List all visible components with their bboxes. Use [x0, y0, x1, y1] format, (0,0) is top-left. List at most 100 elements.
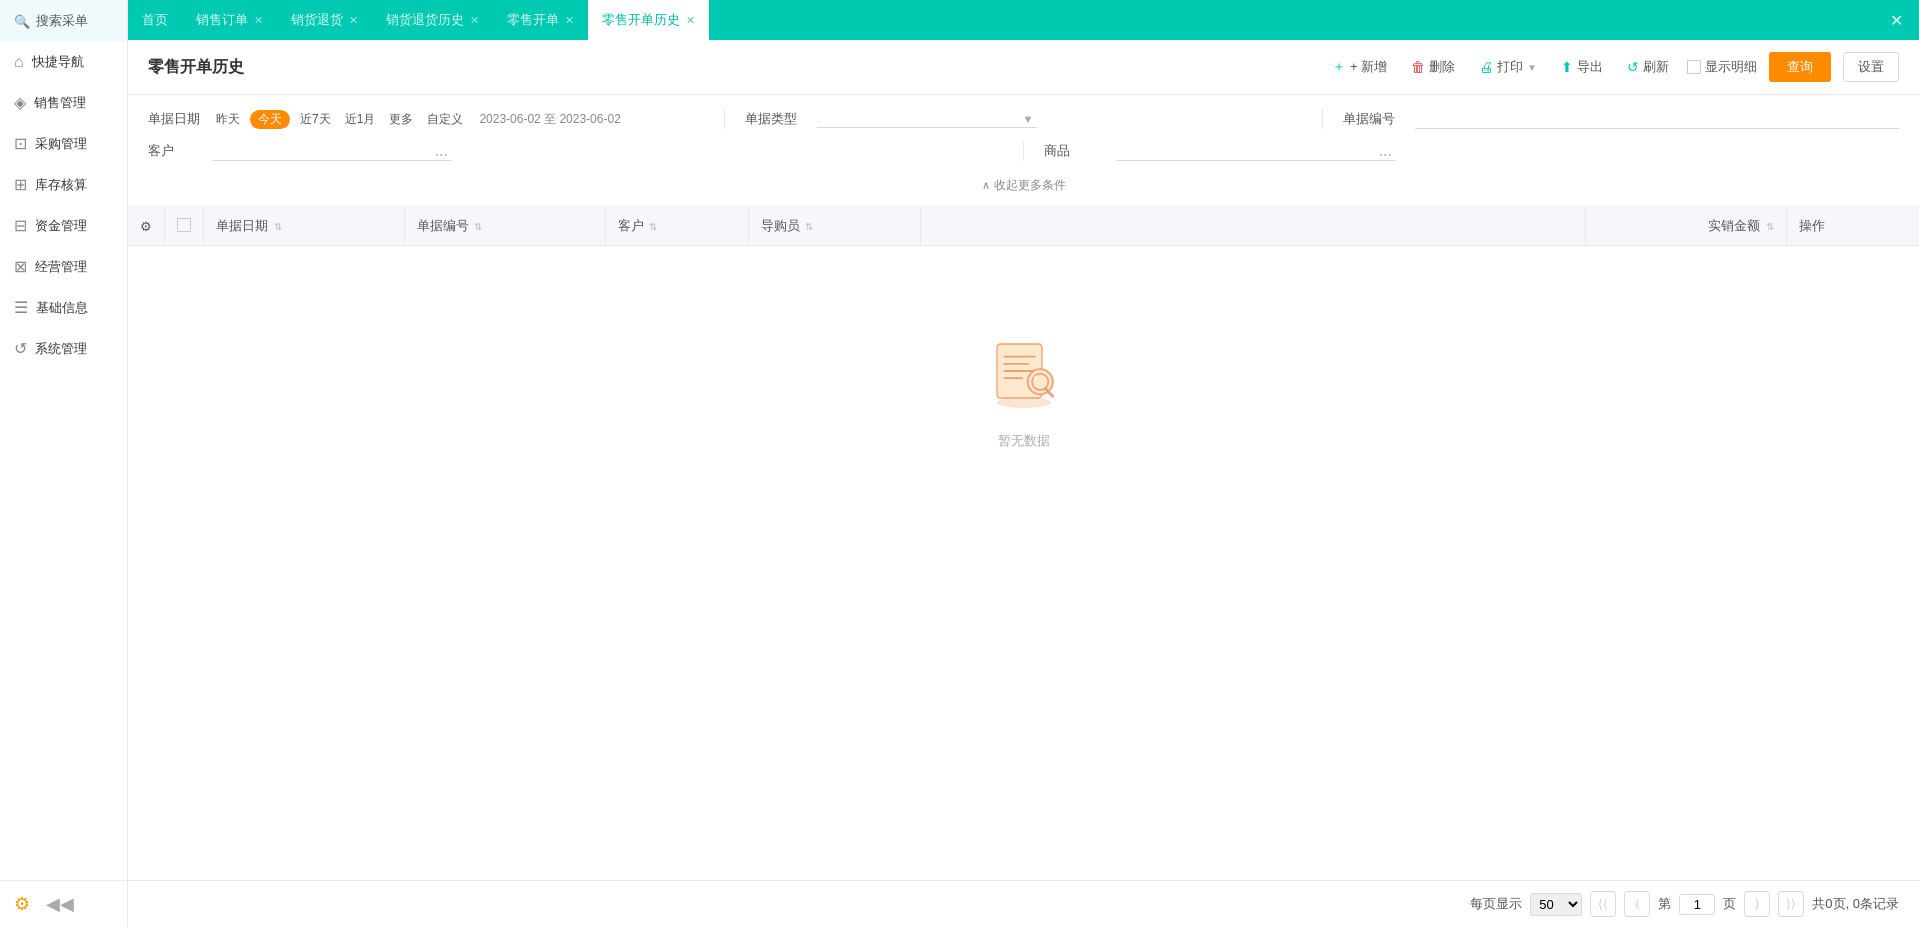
sort-doc-date-icon[interactable]: ⇅	[274, 221, 282, 232]
sort-doc-num-icon[interactable]: ⇅	[474, 221, 482, 232]
date-btn-more[interactable]: 更多	[385, 110, 417, 129]
settings-gear-icon[interactable]: ⚙	[14, 893, 30, 915]
doc-type-select[interactable]: ▼	[817, 111, 1037, 128]
add-button[interactable]: ＋ + 新增	[1326, 54, 1393, 80]
th-gear[interactable]: ⚙	[128, 207, 165, 246]
th-customer[interactable]: 客户 ⇅	[605, 207, 748, 246]
th-guide[interactable]: 导购员 ⇅	[748, 207, 920, 246]
print-icon: 🖨	[1479, 59, 1493, 75]
data-table: ⚙ 单据日期 ⇅ 单据编号 ⇅	[128, 207, 1919, 490]
page-next-btn[interactable]: ⟩	[1744, 891, 1770, 917]
home-icon: ⌂	[14, 53, 24, 71]
page-num-input[interactable]	[1679, 894, 1715, 915]
customer-dots-icon[interactable]: ...	[435, 142, 448, 160]
date-btn-today[interactable]: 今天	[250, 110, 290, 129]
customer-input-wrapper: ...	[212, 141, 452, 161]
sidebar-item-label: 采购管理	[35, 135, 87, 153]
window-close-icon[interactable]: ✕	[1890, 11, 1903, 30]
header-checkbox[interactable]	[177, 218, 191, 232]
show-detail-checkbox[interactable]	[1687, 60, 1701, 74]
date-btn-7days[interactable]: 近7天	[296, 110, 335, 129]
th-check[interactable]	[165, 207, 204, 246]
settings-button[interactable]: 设置	[1843, 52, 1899, 82]
sidebar-item-system-mgmt[interactable]: ↺ 系统管理	[0, 328, 127, 369]
sidebar-item-inventory[interactable]: ⊞ 库存核算	[0, 164, 127, 205]
tab-sales-order-close[interactable]: ✕	[254, 14, 263, 27]
sidebar-item-quick-nav[interactable]: ⌂ 快捷导航	[0, 42, 127, 82]
sidebar-item-base-info[interactable]: ☰ 基础信息	[0, 287, 127, 328]
main-content: 首页 销售订单 ✕ 销货退货 ✕ 销货退货历史 ✕ 零售开单 ✕ 零售开单历史 …	[128, 0, 1919, 927]
pagination: 每页显示 10 20 50 100 ⟨⟨ ⟨ 第 页 ⟩ ⟩⟩ 共0页, 0条记…	[128, 880, 1919, 927]
sidebar-item-purchase-mgmt[interactable]: ⊡ 采购管理	[0, 123, 127, 164]
system-icon: ↺	[14, 339, 27, 358]
th-doc-date-label: 单据日期	[216, 218, 268, 233]
tab-sales-return-history-close[interactable]: ✕	[470, 14, 479, 27]
refresh-label: 刷新	[1643, 58, 1669, 76]
customer-input[interactable]	[216, 143, 448, 158]
delete-label: 删除	[1429, 58, 1455, 76]
collapse-filter-bar[interactable]: ∧ 收起更多条件	[148, 173, 1899, 202]
print-button[interactable]: 🖨 打印 ▼	[1473, 54, 1543, 80]
empty-state: 暂无数据	[128, 246, 1919, 490]
empty-illustration	[979, 326, 1069, 416]
base-icon: ☰	[14, 298, 28, 317]
doc-num-input[interactable]	[1419, 111, 1895, 126]
th-amount[interactable]: 实销金额 ⇅	[1585, 207, 1786, 246]
date-range-text: 2023-06-02 至 2023-06-02	[479, 111, 620, 128]
page-header: 零售开单历史 ＋ + 新增 🗑 删除 🖨 打印 ▼ ⬆ 导出	[128, 40, 1919, 95]
sidebar-item-operations[interactable]: ⊠ 经营管理	[0, 246, 127, 287]
tab-sales-return-history[interactable]: 销货退货历史 ✕	[372, 0, 493, 40]
sort-amount-icon[interactable]: ⇅	[1766, 221, 1774, 232]
sidebar-bottom: ⚙ ◀◀	[0, 880, 127, 927]
date-btn-custom[interactable]: 自定义	[423, 110, 467, 129]
tab-retail-order-history[interactable]: 零售开单历史 ✕	[588, 0, 709, 40]
sidebar-item-sales-mgmt[interactable]: ◈ 销售管理	[0, 82, 127, 123]
total-text: 共0页, 0条记录	[1812, 895, 1899, 913]
filter-row-1: 单据日期 昨天 今天 近7天 近1月 更多 自定义 2023-06-02 至 2…	[148, 109, 1899, 129]
tab-sales-order[interactable]: 销售订单 ✕	[182, 0, 277, 40]
query-button[interactable]: 查询	[1769, 52, 1831, 82]
sort-guide-icon[interactable]: ⇅	[805, 221, 813, 232]
page-prev-btn[interactable]: ⟨	[1624, 891, 1650, 917]
per-page-select[interactable]: 10 20 50 100	[1530, 893, 1582, 916]
page-last-btn[interactable]: ⟩⟩	[1778, 891, 1804, 917]
delete-button[interactable]: 🗑 删除	[1405, 54, 1461, 80]
export-button[interactable]: ⬆ 导出	[1555, 54, 1609, 80]
gear-icon[interactable]: ⚙	[140, 219, 152, 234]
th-action: 操作	[1786, 207, 1919, 246]
refresh-button[interactable]: ↺ 刷新	[1621, 54, 1675, 80]
tab-sales-return[interactable]: 销货退货 ✕	[277, 0, 372, 40]
sidebar-search[interactable]: 🔍 搜索采单	[0, 0, 127, 42]
date-label: 单据日期	[148, 110, 212, 128]
page-content: 零售开单历史 ＋ + 新增 🗑 删除 🖨 打印 ▼ ⬆ 导出	[128, 40, 1919, 927]
date-btn-1month[interactable]: 近1月	[341, 110, 380, 129]
th-doc-date[interactable]: 单据日期 ⇅	[204, 207, 405, 246]
filter-docnum-segment: 单据编号	[1343, 109, 1899, 129]
sort-customer-icon[interactable]: ⇅	[649, 221, 657, 232]
add-icon: ＋	[1332, 58, 1346, 76]
empty-cell: 暂无数据	[128, 246, 1919, 491]
tab-sales-return-close[interactable]: ✕	[349, 14, 358, 27]
sidebar-item-finance[interactable]: ⊟ 资金管理	[0, 205, 127, 246]
goods-dots-icon[interactable]: ...	[1379, 142, 1392, 160]
page-title: 零售开单历史	[148, 57, 244, 78]
sidebar-item-label: 资金管理	[35, 217, 87, 235]
goods-input[interactable]	[1120, 143, 1392, 158]
date-btn-yesterday[interactable]: 昨天	[212, 110, 244, 129]
tab-retail-order-close[interactable]: ✕	[565, 14, 574, 27]
page-first-btn[interactable]: ⟨⟨	[1590, 891, 1616, 917]
tab-home[interactable]: 首页	[128, 0, 182, 40]
print-chevron-icon[interactable]: ▼	[1527, 62, 1537, 73]
tab-bar: 首页 销售订单 ✕ 销货退货 ✕ 销货退货历史 ✕ 零售开单 ✕ 零售开单历史 …	[128, 0, 1919, 40]
show-detail-text: 显示明细	[1705, 58, 1757, 76]
tab-retail-order[interactable]: 零售开单 ✕	[493, 0, 588, 40]
chevron-up-icon: ∧	[982, 179, 990, 192]
sidebar-item-label: 库存核算	[35, 176, 87, 194]
sales-icon: ◈	[14, 93, 26, 112]
tab-retail-order-history-close[interactable]: ✕	[686, 14, 695, 27]
th-doc-num[interactable]: 单据编号 ⇅	[404, 207, 605, 246]
sidebar-item-label: 快捷导航	[32, 53, 84, 71]
collapse-sidebar-icon[interactable]: ◀◀	[46, 893, 74, 915]
sidebar-item-label: 经营管理	[35, 258, 87, 276]
show-detail-toggle[interactable]: 显示明细	[1687, 58, 1757, 76]
